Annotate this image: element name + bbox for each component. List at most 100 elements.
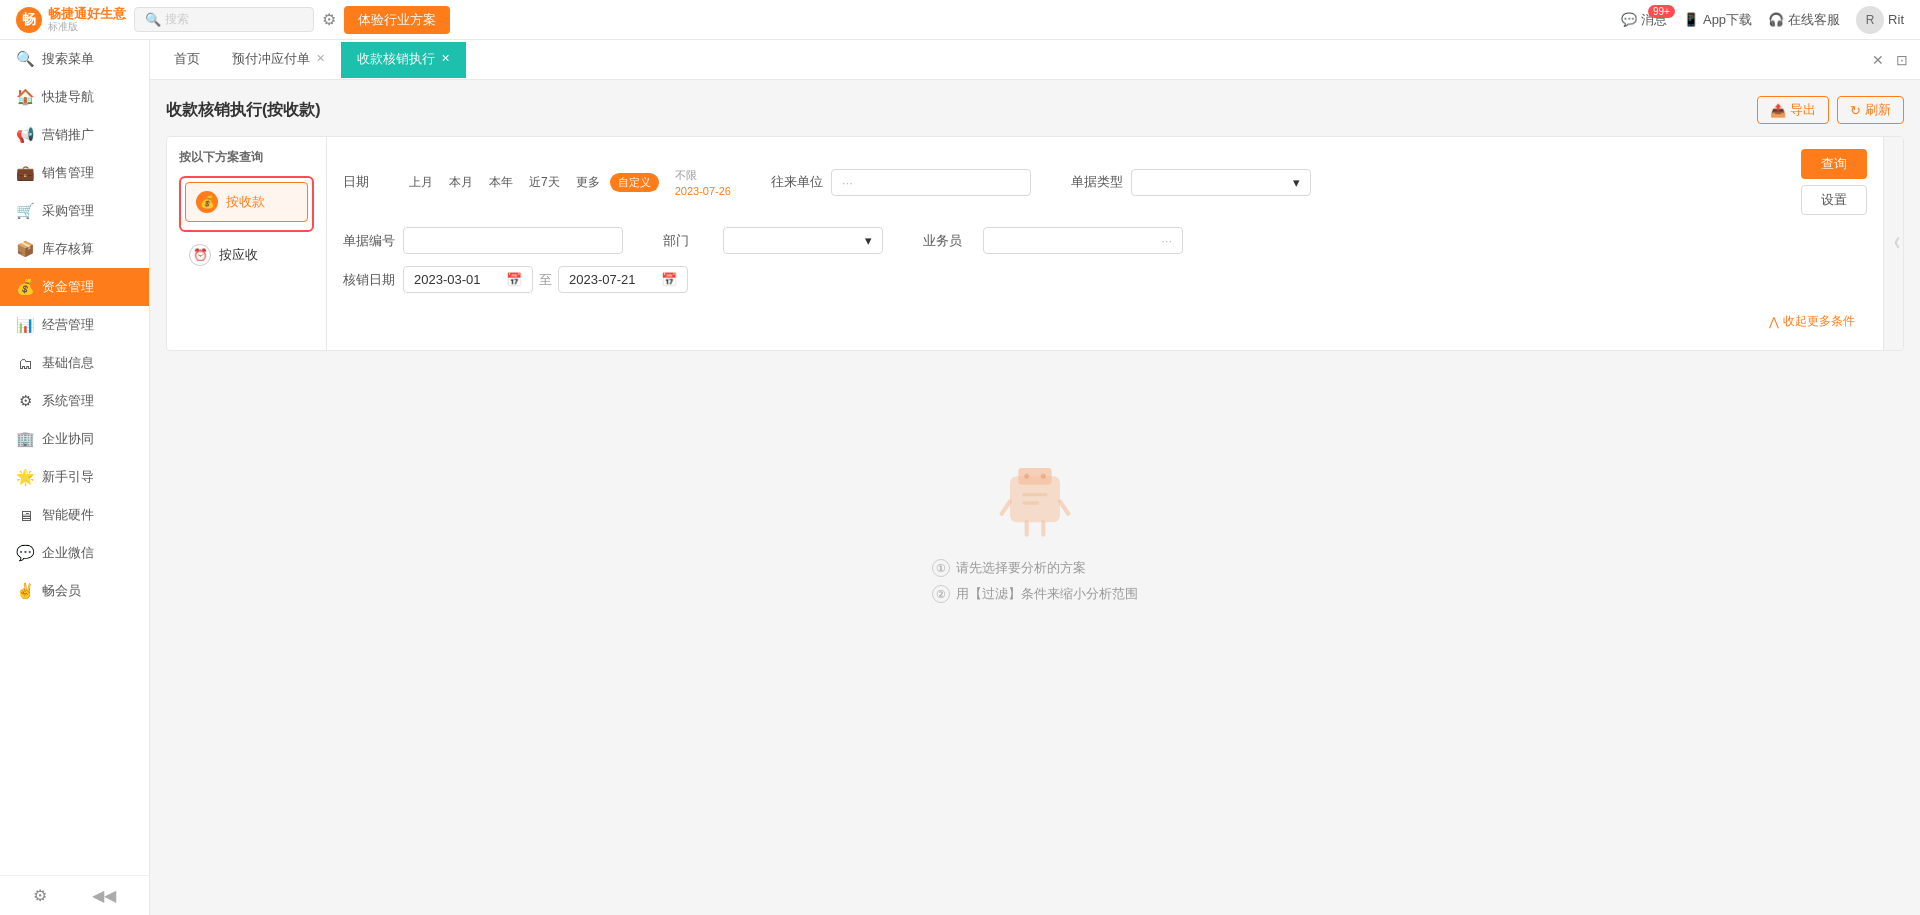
member-icon: ✌ <box>16 582 34 600</box>
filter-option-by-receipt[interactable]: 💰 按收款 <box>185 182 308 222</box>
hardware-icon: 🖥 <box>16 507 34 524</box>
sidebar-item-label-sales: 销售管理 <box>42 164 94 182</box>
page-title: 收款核销执行(按收款) <box>166 100 321 121</box>
tab-home-label: 首页 <box>174 50 200 68</box>
tab-close-button[interactable]: ✕ <box>1868 48 1888 72</box>
filter-option-receipt-label: 按收款 <box>226 193 265 211</box>
shortcut-custom[interactable]: 自定义 <box>610 173 659 192</box>
sidebar-item-purchase[interactable]: 🛒 采购管理 <box>0 192 149 230</box>
verify-date-field: 核销日期 2023-03-01 📅 至 2023-07-21 📅 <box>343 266 688 293</box>
export-icon: 📤 <box>1770 103 1786 118</box>
top-bar-right: 💬 消息 99+ 📱 App下载 🎧 在线客服 R Rit <box>1621 6 1904 34</box>
chevron-down-icon: ▾ <box>1293 175 1300 190</box>
staff-input[interactable]: ··· <box>983 227 1183 254</box>
sidebar-item-quicknav[interactable]: 🏠 快捷导航 <box>0 78 149 116</box>
svg-point-3 <box>1041 474 1046 479</box>
sidebar-item-label-search: 搜索菜单 <box>42 50 94 68</box>
settings-filter-button[interactable]: 设置 <box>1801 185 1867 215</box>
collapse-sidebar-icon[interactable]: ◀◀ <box>92 886 116 905</box>
shortcut-more[interactable]: 更多 <box>570 172 606 193</box>
sidebar-item-guide[interactable]: 🌟 新手引导 <box>0 458 149 496</box>
sidebar-item-search[interactable]: 🔍 搜索菜单 <box>0 40 149 78</box>
filter-row-2: 单据编号 部门 ▾ 业务员 <box>343 227 1867 254</box>
dept-field: 部门 ▾ <box>663 227 883 254</box>
refresh-button[interactable]: ↻ 刷新 <box>1837 96 1904 124</box>
tab-prepay-label: 预付冲应付单 <box>232 50 310 68</box>
query-button[interactable]: 查询 <box>1801 149 1867 179</box>
counterpart-input[interactable]: ··· <box>831 169 1031 196</box>
counterpart-field: 往来单位 ··· <box>771 169 1031 196</box>
sidebar-item-marketing[interactable]: 📢 营销推广 <box>0 116 149 154</box>
settings-icon[interactable]: ⚙ <box>322 10 336 29</box>
tab-receipt[interactable]: 收款核销执行 ✕ <box>341 42 466 78</box>
app-download-button[interactable]: 📱 App下载 <box>1683 11 1752 29</box>
app-icon: 📱 <box>1683 12 1699 27</box>
tab-prepay-close[interactable]: ✕ <box>316 52 325 65</box>
sidebar-item-sales[interactable]: 💼 销售管理 <box>0 154 149 192</box>
shortcut-this-month[interactable]: 本月 <box>443 172 479 193</box>
tab-bar: 首页 预付冲应付单 ✕ 收款核销执行 ✕ ✕ ⊡ <box>150 40 1920 80</box>
filter-sidebar-toggle[interactable]: 《 <box>1883 137 1903 350</box>
sidebar-item-hardware[interactable]: 🖥 智能硬件 <box>0 496 149 534</box>
tab-home[interactable]: 首页 <box>158 42 216 78</box>
sidebar-item-wechat[interactable]: 💬 企业微信 <box>0 534 149 572</box>
tab-receipt-close[interactable]: ✕ <box>441 52 450 65</box>
filter-sidebar: 按以下方案查询 💰 按收款 ⏰ 按应收 <box>167 137 327 350</box>
collapse-more-button[interactable]: ⋀ 收起更多条件 <box>1757 309 1867 334</box>
user-avatar[interactable]: R Rit <box>1856 6 1904 34</box>
tab-prepay[interactable]: 预付冲应付单 ✕ <box>216 42 341 78</box>
calendar-from-icon[interactable]: 📅 <box>506 272 522 287</box>
date-label: 日期 <box>343 173 395 191</box>
shortcut-last-month[interactable]: 上月 <box>403 172 439 193</box>
tab-receipt-label: 收款核销执行 <box>357 50 435 68</box>
date-field: 日期 上月 本月 本年 近7天 更多 自定义 <box>343 172 659 193</box>
empty-tip-2: ② 用【过滤】条件来缩小分析范围 <box>932 585 1138 603</box>
doc-no-input[interactable] <box>403 227 623 254</box>
top-search-bar: 🔍 搜索 <box>134 7 314 32</box>
brand: 畅 畅捷通好生意 标准版 <box>16 6 126 34</box>
settings-bottom-icon[interactable]: ⚙ <box>33 886 47 905</box>
sidebar-item-member[interactable]: ✌ 畅会员 <box>0 572 149 610</box>
sidebar-item-enterprise[interactable]: 🏢 企业协同 <box>0 420 149 458</box>
marketing-icon: 📢 <box>16 126 34 144</box>
guide-icon: 🌟 <box>16 468 34 486</box>
message-badge: 99+ <box>1648 5 1675 18</box>
message-button[interactable]: 💬 消息 99+ <box>1621 11 1667 29</box>
export-button[interactable]: 📤 导出 <box>1757 96 1829 124</box>
shortcut-this-year[interactable]: 本年 <box>483 172 519 193</box>
verify-date-from-input[interactable]: 2023-03-01 📅 <box>403 266 533 293</box>
tab-expand-button[interactable]: ⊡ <box>1892 48 1912 72</box>
filter-row-1: 日期 上月 本月 本年 近7天 更多 自定义 不限 <box>343 149 1867 215</box>
counterpart-dots: ··· <box>842 175 853 190</box>
sidebar-item-operation[interactable]: 📊 经营管理 <box>0 306 149 344</box>
sidebar-item-inventory[interactable]: 📦 库存核算 <box>0 230 149 268</box>
date-shortcuts: 上月 本月 本年 近7天 更多 自定义 <box>403 172 659 193</box>
filter-row-3: 核销日期 2023-03-01 📅 至 2023-07-21 📅 <box>343 266 1867 293</box>
sidebar-item-label-enterprise: 企业协同 <box>42 430 94 448</box>
sidebar-item-label-purchase: 采购管理 <box>42 202 94 220</box>
sidebar-item-system[interactable]: ⚙ 系统管理 <box>0 382 149 420</box>
top-bar: 畅 畅捷通好生意 标准版 🔍 搜索 ⚙ 体验行业方案 💬 消息 99+ 📱 Ap… <box>0 0 1920 40</box>
filter-option-by-receivable[interactable]: ⏰ 按应收 <box>179 236 314 274</box>
svg-point-2 <box>1024 474 1029 479</box>
verify-date-to-input[interactable]: 2023-07-21 📅 <box>558 266 688 293</box>
empty-tip-1: ① 请先选择要分析的方案 <box>932 559 1138 577</box>
empty-illustration <box>985 443 1085 543</box>
doc-type-select[interactable]: ▾ <box>1131 169 1311 196</box>
brand-name: 畅捷通好生意 <box>48 6 126 22</box>
filter-selected-box: 💰 按收款 <box>179 176 314 232</box>
industry-solution-button[interactable]: 体验行业方案 <box>344 6 450 34</box>
sidebar-item-label-finance: 资金管理 <box>42 278 94 296</box>
empty-tip-1-text: 请先选择要分析的方案 <box>956 559 1086 577</box>
calendar-to-icon[interactable]: 📅 <box>661 272 677 287</box>
enterprise-icon: 🏢 <box>16 430 34 448</box>
filter-form: 日期 上月 本月 本年 近7天 更多 自定义 不限 <box>327 137 1883 350</box>
sidebar-item-basic[interactable]: 🗂 基础信息 <box>0 344 149 382</box>
empty-tip-2-text: 用【过滤】条件来缩小分析范围 <box>956 585 1138 603</box>
online-service-button[interactable]: 🎧 在线客服 <box>1768 11 1840 29</box>
shortcut-7days[interactable]: 近7天 <box>523 172 566 193</box>
sidebar-item-finance[interactable]: 💰 资金管理 <box>0 268 149 306</box>
dept-select[interactable]: ▾ <box>723 227 883 254</box>
verify-date-label: 核销日期 <box>343 271 395 289</box>
quicknav-icon: 🏠 <box>16 88 34 106</box>
